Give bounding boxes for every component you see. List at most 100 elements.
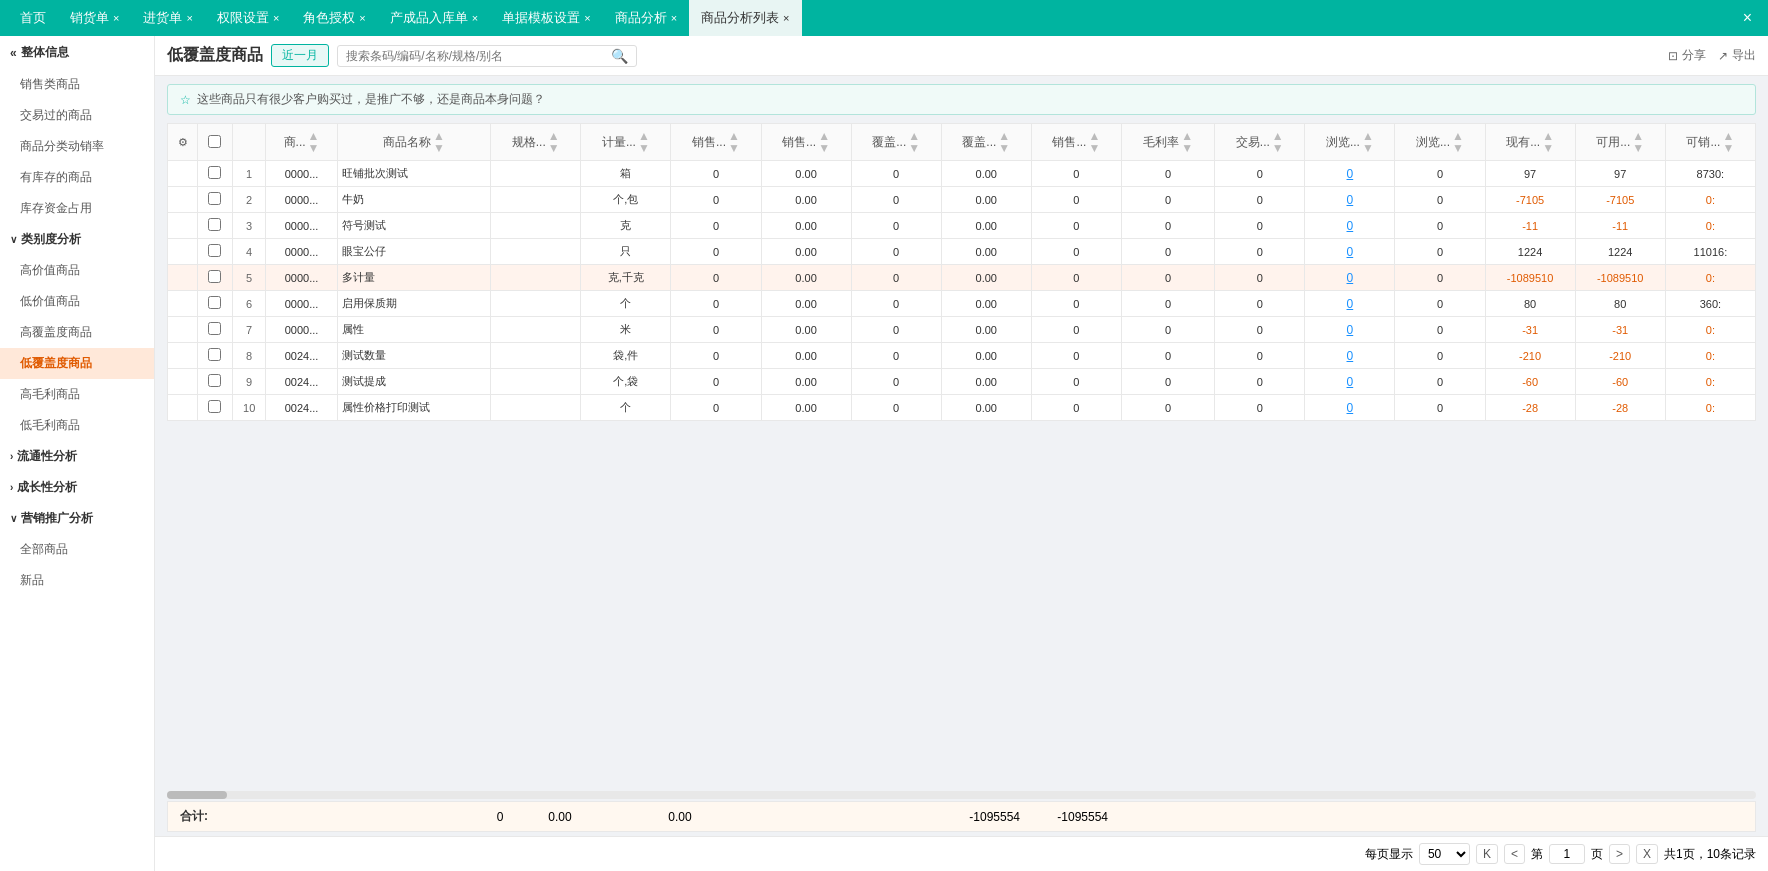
cell-settings: [168, 265, 198, 291]
row-checkbox[interactable]: [208, 374, 221, 387]
prev-page-button[interactable]: <: [1504, 844, 1525, 864]
sidebar-item-in-stock[interactable]: 有库存的商品: [0, 162, 154, 193]
cell-checkbox[interactable]: [198, 265, 233, 291]
nav-item-role[interactable]: 角色授权 ×: [291, 0, 377, 36]
row-checkbox[interactable]: [208, 218, 221, 231]
nav-close-all[interactable]: ×: [1735, 9, 1760, 27]
table-container[interactable]: ⚙ 商...▲▼ 商品名称▲▼ 规格...▲▼ 计量...▲▼ 销售...▲▼ …: [167, 123, 1756, 789]
cell-browse1[interactable]: 0: [1305, 317, 1395, 343]
cell-available: -210: [1575, 343, 1665, 369]
th-checkbox[interactable]: [198, 124, 233, 161]
sidebar-item-all-goods[interactable]: 全部商品: [0, 534, 154, 565]
cell-browse1[interactable]: 0: [1305, 161, 1395, 187]
cell-no: 6: [232, 291, 266, 317]
export-button[interactable]: ↗ 导出: [1718, 47, 1756, 64]
cell-checkbox[interactable]: [198, 213, 233, 239]
cell-checkbox[interactable]: [198, 395, 233, 421]
nav-item-home[interactable]: 首页: [8, 0, 58, 36]
time-filter-button[interactable]: 近一月: [271, 44, 329, 67]
th-current[interactable]: 现有...▲▼: [1485, 124, 1575, 161]
sidebar-item-stock-capital[interactable]: 库存资金占用: [0, 193, 154, 224]
last-page-button[interactable]: X: [1636, 844, 1658, 864]
th-transaction[interactable]: 交易...▲▼: [1215, 124, 1305, 161]
main-layout: « 整体信息 销售类商品 交易过的商品 商品分类动销率 有库存的商品 库存资金占…: [0, 36, 1768, 871]
sidebar-item-category-rate[interactable]: 商品分类动销率: [0, 131, 154, 162]
first-page-button[interactable]: K: [1476, 844, 1498, 864]
row-checkbox[interactable]: [208, 322, 221, 335]
sidebar-item-high-coverage[interactable]: 高覆盖度商品: [0, 317, 154, 348]
page-size-select[interactable]: 50 100 200: [1419, 843, 1470, 865]
th-spec[interactable]: 规格...▲▼: [491, 124, 581, 161]
th-sales-qty[interactable]: 销售...▲▼: [671, 124, 761, 161]
sidebar-item-traded-goods[interactable]: 交易过的商品: [0, 100, 154, 131]
nav-item-template[interactable]: 单据模板设置 ×: [490, 0, 602, 36]
sidebar-item-new-goods[interactable]: 新品: [0, 565, 154, 596]
th-browse2[interactable]: 浏览...▲▼: [1395, 124, 1485, 161]
nav-item-sales[interactable]: 销货单 ×: [58, 0, 131, 36]
cell-browse1[interactable]: 0: [1305, 213, 1395, 239]
cell-checkbox[interactable]: [198, 369, 233, 395]
sidebar-item-high-value[interactable]: 高价值商品: [0, 255, 154, 286]
cell-checkbox[interactable]: [198, 187, 233, 213]
sidebar-sub-header-growth[interactable]: › 成长性分析: [0, 472, 154, 503]
search-icon[interactable]: 🔍: [611, 48, 628, 64]
row-checkbox[interactable]: [208, 166, 221, 179]
row-checkbox[interactable]: [208, 244, 221, 257]
cell-spec: [491, 343, 581, 369]
cell-browse1[interactable]: 0: [1305, 395, 1395, 421]
th-unit[interactable]: 计量...▲▼: [581, 124, 671, 161]
cell-checkbox[interactable]: [198, 343, 233, 369]
sidebar-header-overall[interactable]: « 整体信息: [0, 36, 154, 69]
th-cov2[interactable]: 覆盖...▲▼: [941, 124, 1031, 161]
share-button[interactable]: ⊡ 分享: [1668, 47, 1706, 64]
th-sales-amt[interactable]: 销售...▲▼: [761, 124, 851, 161]
th-available[interactable]: 可用...▲▼: [1575, 124, 1665, 161]
th-browse1[interactable]: 浏览...▲▼: [1305, 124, 1395, 161]
row-checkbox[interactable]: [208, 348, 221, 361]
sidebar-sub-header-marketing[interactable]: ∨ 营销推广分析: [0, 503, 154, 534]
sidebar-sub-header-category[interactable]: ∨ 类别度分析: [0, 224, 154, 255]
cell-browse1[interactable]: 0: [1305, 291, 1395, 317]
sidebar-item-sales-goods[interactable]: 销售类商品: [0, 69, 154, 100]
sidebar-item-high-profit[interactable]: 高毛利商品: [0, 379, 154, 410]
cell-browse1[interactable]: 0: [1305, 343, 1395, 369]
sidebar-item-low-coverage[interactable]: 低覆盖度商品: [0, 348, 154, 379]
search-input[interactable]: [346, 49, 611, 63]
cell-checkbox[interactable]: [198, 317, 233, 343]
sidebar-sub-header-liquidity[interactable]: › 流通性分析: [0, 441, 154, 472]
th-code[interactable]: 商...▲▼: [266, 124, 337, 161]
sidebar-item-low-value[interactable]: 低价值商品: [0, 286, 154, 317]
cell-checkbox[interactable]: [198, 239, 233, 265]
horizontal-scrollbar[interactable]: [167, 791, 1756, 799]
th-sellable[interactable]: 可销...▲▼: [1665, 124, 1755, 161]
nav-item-product-warehouse[interactable]: 产成品入库单 ×: [378, 0, 490, 36]
nav-item-permission[interactable]: 权限设置 ×: [205, 0, 291, 36]
th-gross-rate[interactable]: 毛利率▲▼: [1121, 124, 1214, 161]
nav-item-purchase[interactable]: 进货单 ×: [131, 0, 204, 36]
page-size-label: 每页显示: [1365, 846, 1413, 863]
cell-checkbox[interactable]: [198, 291, 233, 317]
row-checkbox[interactable]: [208, 192, 221, 205]
cell-cov1: 0: [851, 291, 941, 317]
select-all-checkbox[interactable]: [208, 135, 221, 148]
nav-item-analysis-list[interactable]: 商品分析列表 ×: [689, 0, 801, 36]
row-checkbox[interactable]: [208, 270, 221, 283]
th-sales-day[interactable]: 销售...▲▼: [1031, 124, 1121, 161]
page-number-input[interactable]: [1549, 844, 1585, 864]
cell-browse1[interactable]: 0: [1305, 369, 1395, 395]
th-cov1[interactable]: 覆盖...▲▼: [851, 124, 941, 161]
cell-sales-day: 0: [1031, 317, 1121, 343]
row-checkbox[interactable]: [208, 296, 221, 309]
cell-browse1[interactable]: 0: [1305, 187, 1395, 213]
cell-checkbox[interactable]: [198, 161, 233, 187]
sidebar-item-low-profit[interactable]: 低毛利商品: [0, 410, 154, 441]
cell-browse1[interactable]: 0: [1305, 239, 1395, 265]
cell-transaction: 0: [1215, 369, 1305, 395]
nav-item-analysis[interactable]: 商品分析 ×: [603, 0, 689, 36]
cell-browse1[interactable]: 0: [1305, 265, 1395, 291]
th-settings[interactable]: ⚙: [168, 124, 198, 161]
next-page-button[interactable]: >: [1609, 844, 1630, 864]
row-checkbox[interactable]: [208, 400, 221, 413]
th-name[interactable]: 商品名称▲▼: [337, 124, 491, 161]
notice-bar: ☆ 这些商品只有很少客户购买过，是推广不够，还是商品本身问题？: [167, 84, 1756, 115]
